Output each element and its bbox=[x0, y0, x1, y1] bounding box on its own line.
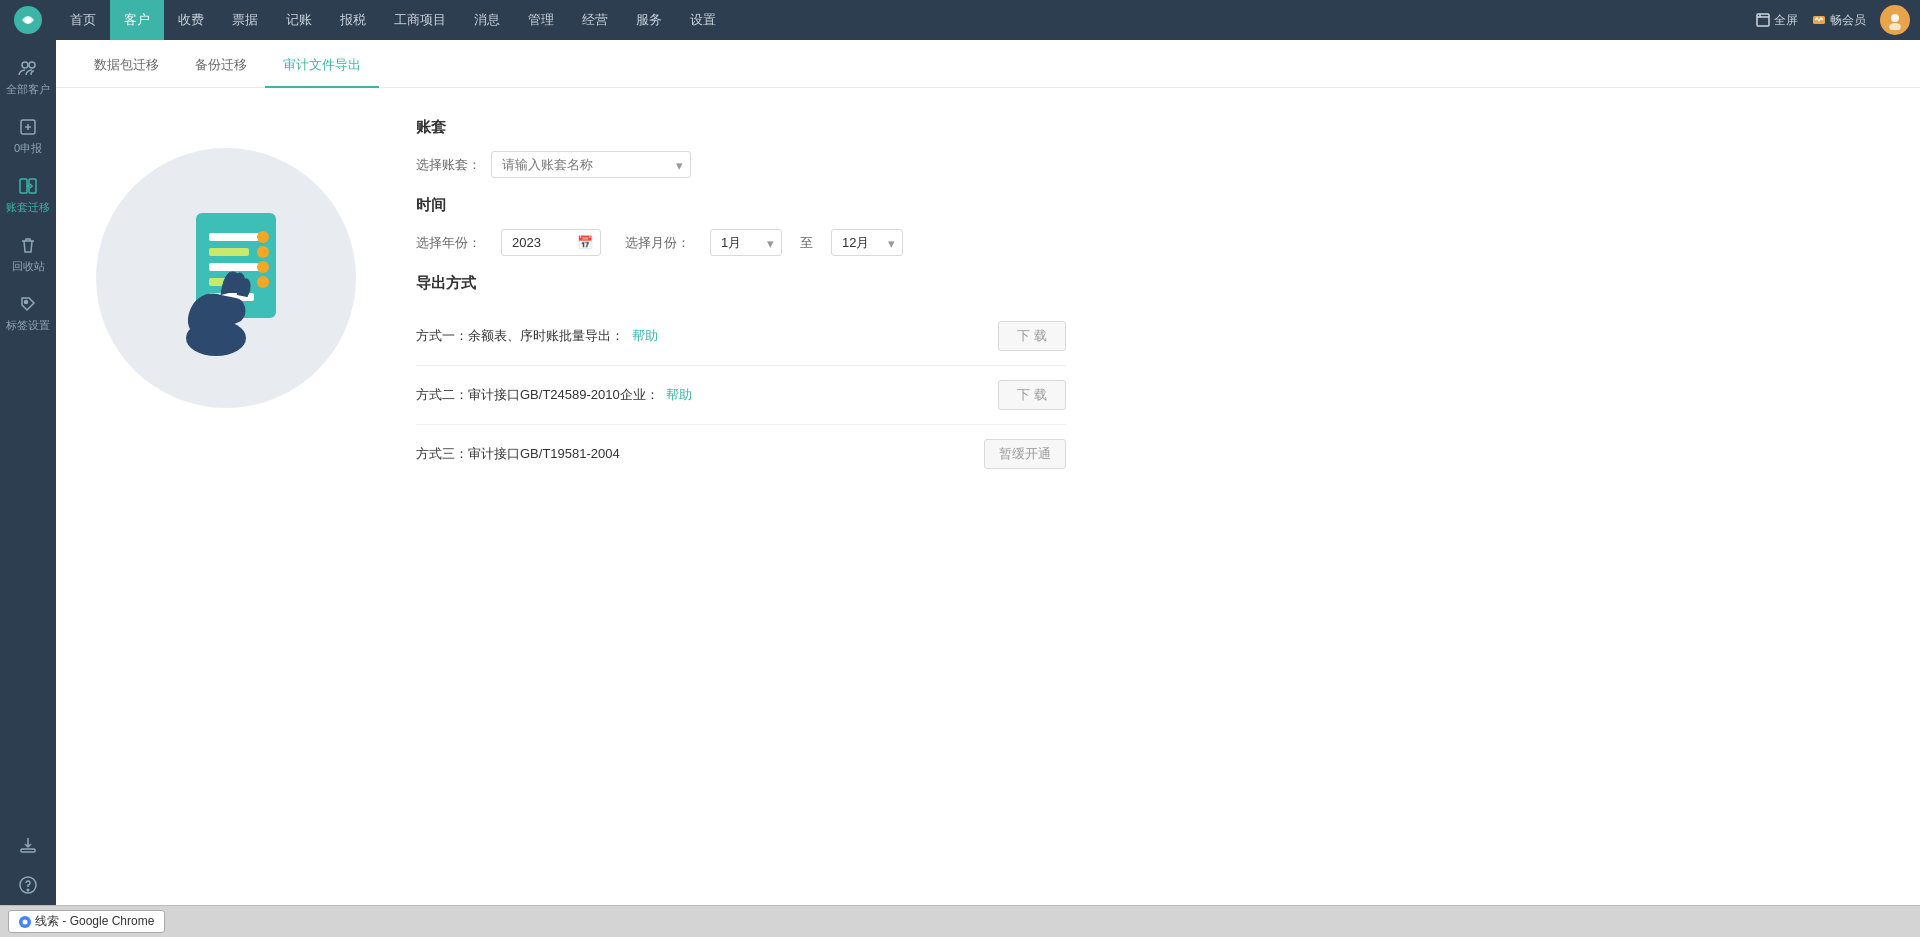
illustration-circle bbox=[96, 148, 356, 408]
method-3-open-btn[interactable]: 暂缓开通 bbox=[984, 439, 1066, 469]
nav-bookkeeping[interactable]: 记账 bbox=[272, 0, 326, 40]
vip-btn[interactable]: 畅会员 bbox=[1812, 12, 1866, 29]
year-label: 选择年份： bbox=[416, 234, 481, 252]
svg-point-8 bbox=[29, 62, 35, 68]
time-row: 选择年份： 📅 选择月份： 1月2月3月4月 5月6月7月8月 9月10月11月… bbox=[416, 229, 1066, 256]
content-area: 数据包迁移 备份迁移 审计文件导出 bbox=[56, 40, 1920, 905]
month-end-wrapper: 1月2月3月4月 5月6月7月8月 9月10月11月 12月 ▾ bbox=[831, 229, 903, 256]
account-label: 选择账套： bbox=[416, 156, 481, 174]
taskbar: 线索 - Google Chrome bbox=[0, 905, 1920, 937]
svg-point-28 bbox=[23, 919, 28, 924]
svg-rect-18 bbox=[209, 248, 249, 256]
year-input[interactable] bbox=[501, 229, 601, 256]
month-end-select[interactable]: 1月2月3月4月 5月6月7月8月 9月10月11月 12月 bbox=[831, 229, 903, 256]
user-avatar[interactable] bbox=[1880, 5, 1910, 35]
export-section-title: 导出方式 bbox=[416, 274, 1066, 293]
sidebar-item-migrate[interactable]: 账套迁移 bbox=[0, 166, 56, 225]
svg-point-5 bbox=[1891, 14, 1899, 22]
method-row-3: 方式三：审计接口GB/T19581-2004 暂缓开通 bbox=[416, 425, 1066, 483]
to-text: 至 bbox=[800, 234, 813, 252]
chrome-icon bbox=[19, 916, 31, 928]
svg-point-25 bbox=[257, 276, 269, 288]
method-1-text: 方式一：余额表、序时账批量导出： 帮助 bbox=[416, 327, 658, 345]
nav-manage[interactable]: 管理 bbox=[514, 0, 568, 40]
sidebar-item-tag-settings[interactable]: 标签设置 bbox=[0, 284, 56, 343]
nav-tax[interactable]: 报税 bbox=[326, 0, 380, 40]
sidebar-item-help[interactable] bbox=[14, 865, 42, 905]
sidebar-item-zero-declare[interactable]: 0申报 bbox=[0, 107, 56, 166]
nav-home[interactable]: 首页 bbox=[56, 0, 110, 40]
nav-items: 首页 客户 收费 票据 记账 报税 工商项目 消息 管理 经营 服务 设置 bbox=[56, 0, 1756, 40]
sidebar-item-download[interactable] bbox=[14, 825, 42, 865]
account-select[interactable] bbox=[491, 151, 691, 178]
tab-audit-export[interactable]: 审计文件导出 bbox=[265, 44, 379, 88]
illustration-area bbox=[96, 118, 356, 875]
svg-rect-10 bbox=[20, 179, 27, 193]
svg-point-12 bbox=[25, 301, 28, 304]
method-2-help-link[interactable]: 帮助 bbox=[666, 387, 692, 402]
sidebar-bottom bbox=[14, 825, 42, 905]
method-3-text: 方式三：审计接口GB/T19581-2004 bbox=[416, 445, 620, 463]
method-row-1: 方式一：余额表、序时账批量导出： 帮助 下 载 bbox=[416, 307, 1066, 366]
year-input-wrapper: 📅 bbox=[501, 229, 601, 256]
sub-tabs: 数据包迁移 备份迁移 审计文件导出 bbox=[56, 40, 1920, 88]
nav-invoice[interactable]: 票据 bbox=[218, 0, 272, 40]
nav-right: 全屏 畅会员 bbox=[1756, 5, 1910, 35]
account-row: 选择账套： ▾ bbox=[416, 151, 1066, 178]
svg-point-1 bbox=[25, 17, 31, 23]
month-start-wrapper: 1月2月3月4月 5月6月7月8月 9月10月11月12月 ▾ bbox=[710, 229, 782, 256]
svg-point-23 bbox=[257, 246, 269, 258]
tab-data-migration[interactable]: 数据包迁移 bbox=[76, 44, 177, 88]
svg-point-15 bbox=[27, 889, 29, 891]
taskbar-chrome-item[interactable]: 线索 - Google Chrome bbox=[8, 910, 165, 933]
app-logo bbox=[10, 2, 46, 38]
main-layout: 全部客户 0申报 账套迁移 回收站 bbox=[0, 40, 1920, 905]
form-area: 账套 选择账套： ▾ 时间 选择年份： 📅 选择月份： bbox=[416, 118, 1066, 875]
method-1-help-link[interactable]: 帮助 bbox=[632, 328, 658, 343]
nav-service[interactable]: 服务 bbox=[622, 0, 676, 40]
sidebar-item-trash[interactable]: 回收站 bbox=[0, 225, 56, 284]
nav-message[interactable]: 消息 bbox=[460, 0, 514, 40]
svg-rect-2 bbox=[1757, 14, 1769, 26]
nav-business[interactable]: 工商项目 bbox=[380, 0, 460, 40]
svg-rect-17 bbox=[209, 233, 259, 241]
sidebar-item-all-customers[interactable]: 全部客户 bbox=[0, 48, 56, 107]
month-start-select[interactable]: 1月2月3月4月 5月6月7月8月 9月10月11月12月 bbox=[710, 229, 782, 256]
svg-point-7 bbox=[22, 62, 28, 68]
account-select-wrapper: ▾ bbox=[491, 151, 691, 178]
svg-point-24 bbox=[257, 261, 269, 273]
method-2-download-btn[interactable]: 下 载 bbox=[998, 380, 1066, 410]
tab-backup-migration[interactable]: 备份迁移 bbox=[177, 44, 265, 88]
top-nav: 首页 客户 收费 票据 记账 报税 工商项目 消息 管理 经营 服务 设置 全屏… bbox=[0, 0, 1920, 40]
account-section-title: 账套 bbox=[416, 118, 1066, 137]
svg-rect-13 bbox=[21, 849, 35, 852]
nav-billing[interactable]: 收费 bbox=[164, 0, 218, 40]
time-section-title: 时间 bbox=[416, 196, 1066, 215]
sidebar: 全部客户 0申报 账套迁移 回收站 bbox=[0, 40, 56, 905]
method-1-download-btn[interactable]: 下 载 bbox=[998, 321, 1066, 351]
nav-customers[interactable]: 客户 bbox=[110, 0, 164, 40]
nav-settings[interactable]: 设置 bbox=[676, 0, 730, 40]
fullscreen-btn[interactable]: 全屏 bbox=[1756, 12, 1798, 29]
month-label: 选择月份： bbox=[625, 234, 690, 252]
page-content: 账套 选择账套： ▾ 时间 选择年份： 📅 选择月份： bbox=[56, 88, 1920, 905]
nav-operation[interactable]: 经营 bbox=[568, 0, 622, 40]
svg-rect-19 bbox=[209, 263, 259, 271]
method-row-2: 方式二：审计接口GB/T24589-2010企业： 帮助 下 载 bbox=[416, 366, 1066, 425]
svg-point-22 bbox=[257, 231, 269, 243]
method-2-text: 方式二：审计接口GB/T24589-2010企业： 帮助 bbox=[416, 386, 692, 404]
